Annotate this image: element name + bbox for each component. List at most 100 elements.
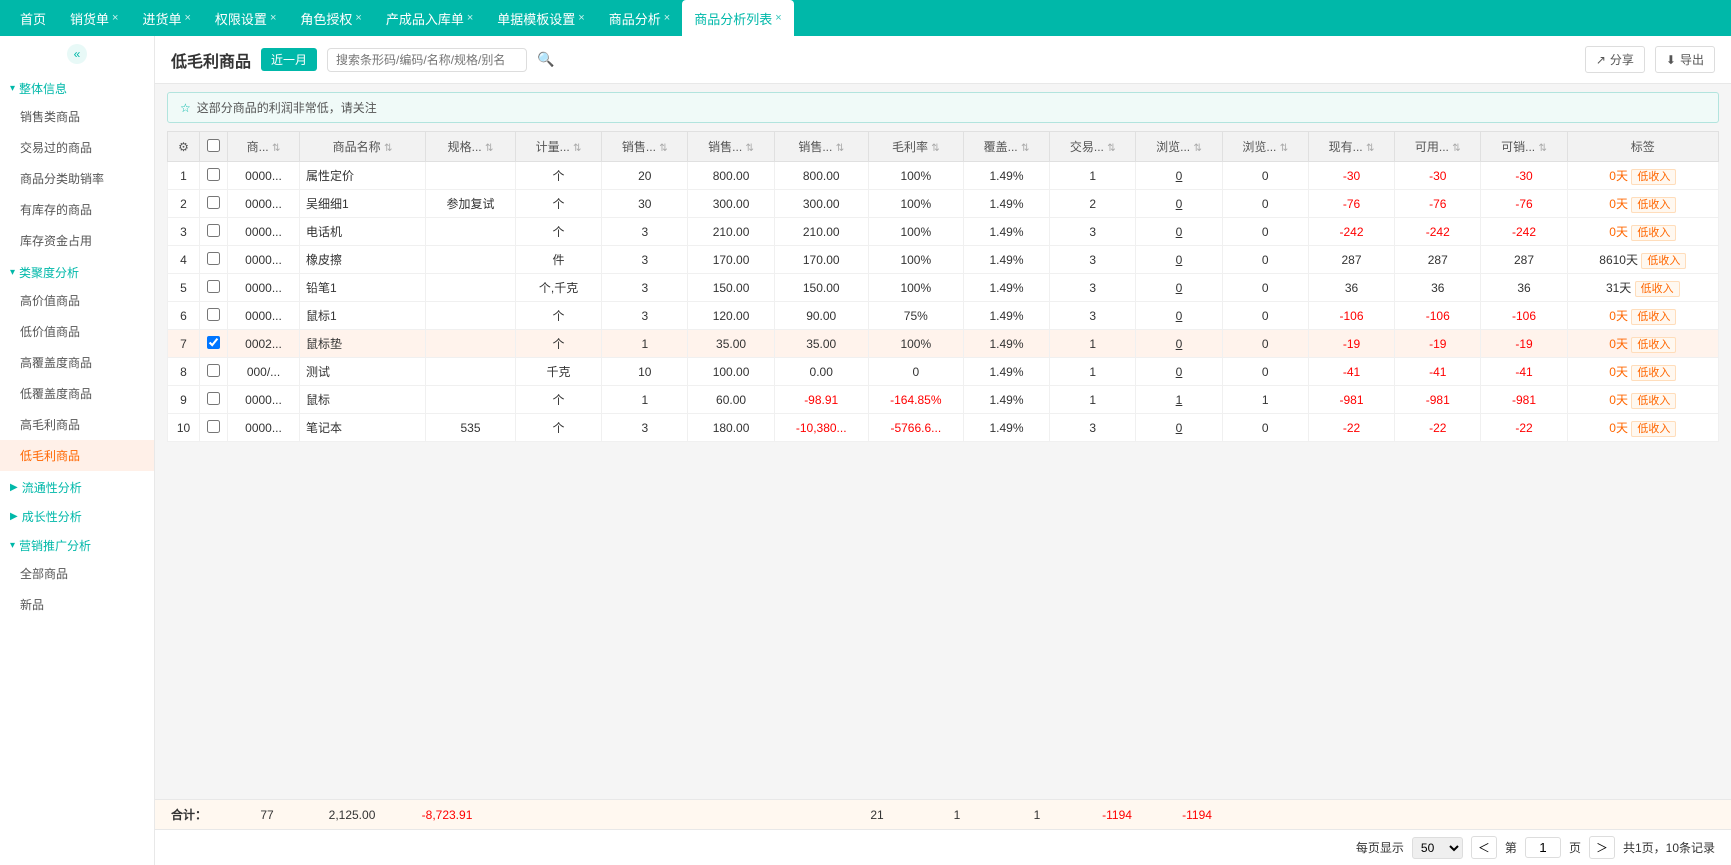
row-stock: 36	[1395, 274, 1481, 302]
row-select[interactable]	[207, 308, 220, 321]
nav-purchase[interactable]: 进货单 ×	[130, 0, 202, 36]
row-qty: 10	[602, 358, 688, 386]
sidebar-item-stock-capital[interactable]: 库存资金占用	[0, 225, 154, 256]
sidebar-item-new-goods[interactable]: 新品	[0, 589, 154, 620]
row-select[interactable]	[207, 280, 220, 293]
period-button[interactable]: 近一月	[261, 48, 317, 71]
select-all-checkbox[interactable]	[207, 139, 220, 152]
sidebar-group-overall[interactable]: ▾ 整体信息	[0, 72, 154, 101]
nav-goods-analysis-list[interactable]: 商品分析列表 ×	[682, 0, 793, 36]
next-page-button[interactable]: ＞	[1589, 836, 1615, 859]
nav-product-in[interactable]: 产成品入库单 ×	[374, 0, 485, 36]
row-checkbox[interactable]	[200, 246, 228, 274]
sidebar-item-category-rate[interactable]: 商品分类助销率	[0, 163, 154, 194]
row-browse1: 0	[1222, 218, 1308, 246]
sidebar-item-sales-goods[interactable]: 销售类商品	[0, 101, 154, 132]
row-trade[interactable]: 0	[1136, 246, 1222, 274]
row-checkbox[interactable]	[200, 218, 228, 246]
nav-close-permission[interactable]: ×	[270, 12, 276, 24]
row-trade[interactable]: 1	[1136, 386, 1222, 414]
sidebar-item-high-margin[interactable]: 高毛利商品	[0, 409, 154, 440]
search-button[interactable]: 🔍	[537, 51, 554, 68]
row-select[interactable]	[207, 252, 220, 265]
row-checkbox[interactable]	[200, 386, 228, 414]
sidebar-item-stock-goods[interactable]: 有库存的商品	[0, 194, 154, 225]
table-row: 3 0000... 电话机 个 3 210.00 210.00 100% 1.4…	[168, 218, 1719, 246]
row-select[interactable]	[207, 336, 220, 349]
row-browse1: 0	[1222, 414, 1308, 442]
row-tag: 低收入	[1631, 365, 1676, 381]
row-checkbox[interactable]	[200, 190, 228, 218]
row-code: 000/...	[228, 358, 300, 386]
sidebar-group-cluster[interactable]: ▾ 类聚度分析	[0, 256, 154, 285]
row-name: 橡皮擦	[300, 246, 426, 274]
row-margin: 1.49%	[963, 274, 1049, 302]
row-checkbox[interactable]	[200, 274, 228, 302]
sidebar-item-low-coverage[interactable]: 低覆盖度商品	[0, 378, 154, 409]
row-unit: 个	[515, 162, 601, 190]
nav-role[interactable]: 角色授权 ×	[288, 0, 373, 36]
page-number-input[interactable]	[1525, 837, 1561, 858]
footer-stock: -1194	[1077, 808, 1157, 822]
sidebar-item-high-value[interactable]: 高价值商品	[0, 285, 154, 316]
row-checkbox[interactable]	[200, 414, 228, 442]
row-spec	[426, 218, 516, 246]
row-select[interactable]	[207, 364, 220, 377]
nav-close-sales[interactable]: ×	[112, 12, 118, 24]
nav-close-goods-analysis-list[interactable]: ×	[775, 12, 781, 24]
export-button[interactable]: ⬇ 导出	[1655, 46, 1715, 73]
nav-close-purchase[interactable]: ×	[184, 12, 190, 24]
sidebar-group-flow[interactable]: ▶ 流通性分析	[0, 471, 154, 500]
row-trade[interactable]: 0	[1136, 162, 1222, 190]
row-trade[interactable]: 0	[1136, 330, 1222, 358]
nav-sales[interactable]: 销货单 ×	[58, 0, 130, 36]
search-input[interactable]	[327, 48, 527, 72]
row-select[interactable]	[207, 392, 220, 405]
row-checkbox[interactable]	[200, 358, 228, 386]
row-trade[interactable]: 0	[1136, 414, 1222, 442]
nav-template[interactable]: 单据模板设置 ×	[485, 0, 596, 36]
row-select[interactable]	[207, 420, 220, 433]
nav-close-goods-analysis[interactable]: ×	[664, 12, 670, 24]
sidebar-group-growth[interactable]: ▶ 成长性分析	[0, 500, 154, 529]
row-margin: 1.49%	[963, 414, 1049, 442]
row-num: 2	[168, 190, 200, 218]
row-select[interactable]	[207, 196, 220, 209]
th-checkbox[interactable]	[200, 132, 228, 162]
sidebar-item-traded-goods[interactable]: 交易过的商品	[0, 132, 154, 163]
row-margin: 1.49%	[963, 302, 1049, 330]
th-settings[interactable]: ⚙	[168, 132, 200, 162]
sidebar-group-marketing[interactable]: ▾ 营销推广分析	[0, 529, 154, 558]
nav-home[interactable]: 首页	[8, 0, 58, 36]
row-checkbox[interactable]	[200, 162, 228, 190]
nav-close-role[interactable]: ×	[355, 12, 361, 24]
sidebar-item-low-margin[interactable]: 低毛利商品	[0, 440, 154, 471]
sidebar-item-low-value[interactable]: 低价值商品	[0, 316, 154, 347]
table-row: 4 0000... 橡皮擦 件 3 170.00 170.00 100% 1.4…	[168, 246, 1719, 274]
row-trade[interactable]: 0	[1136, 274, 1222, 302]
export-icon: ⬇	[1666, 53, 1676, 67]
nav-permission[interactable]: 权限设置 ×	[203, 0, 288, 36]
nav-close-template[interactable]: ×	[578, 12, 584, 24]
th-unit: 计量... ⇅	[515, 132, 601, 162]
nav-close-product-in[interactable]: ×	[467, 12, 473, 24]
row-checkbox[interactable]	[200, 330, 228, 358]
row-select[interactable]	[207, 168, 220, 181]
sidebar-collapse-btn[interactable]: «	[67, 44, 87, 64]
th-avail: 可销... ⇅	[1481, 132, 1567, 162]
prev-page-button[interactable]: ＜	[1471, 836, 1497, 859]
row-trade[interactable]: 0	[1136, 190, 1222, 218]
row-trade[interactable]: 0	[1136, 218, 1222, 246]
sidebar-item-high-coverage[interactable]: 高覆盖度商品	[0, 347, 154, 378]
row-checkbox[interactable]	[200, 302, 228, 330]
share-button[interactable]: ↗ 分享	[1585, 46, 1645, 73]
page-size-select[interactable]: 50 100 200	[1412, 837, 1463, 859]
row-select[interactable]	[207, 224, 220, 237]
row-trade[interactable]: 0	[1136, 302, 1222, 330]
sidebar-item-all-goods[interactable]: 全部商品	[0, 558, 154, 589]
row-browse2: -76	[1308, 190, 1394, 218]
nav-goods-analysis[interactable]: 商品分析 ×	[597, 0, 682, 36]
row-trade[interactable]: 0	[1136, 358, 1222, 386]
row-browse2: -22	[1308, 414, 1394, 442]
row-amount: 90.00	[774, 302, 868, 330]
